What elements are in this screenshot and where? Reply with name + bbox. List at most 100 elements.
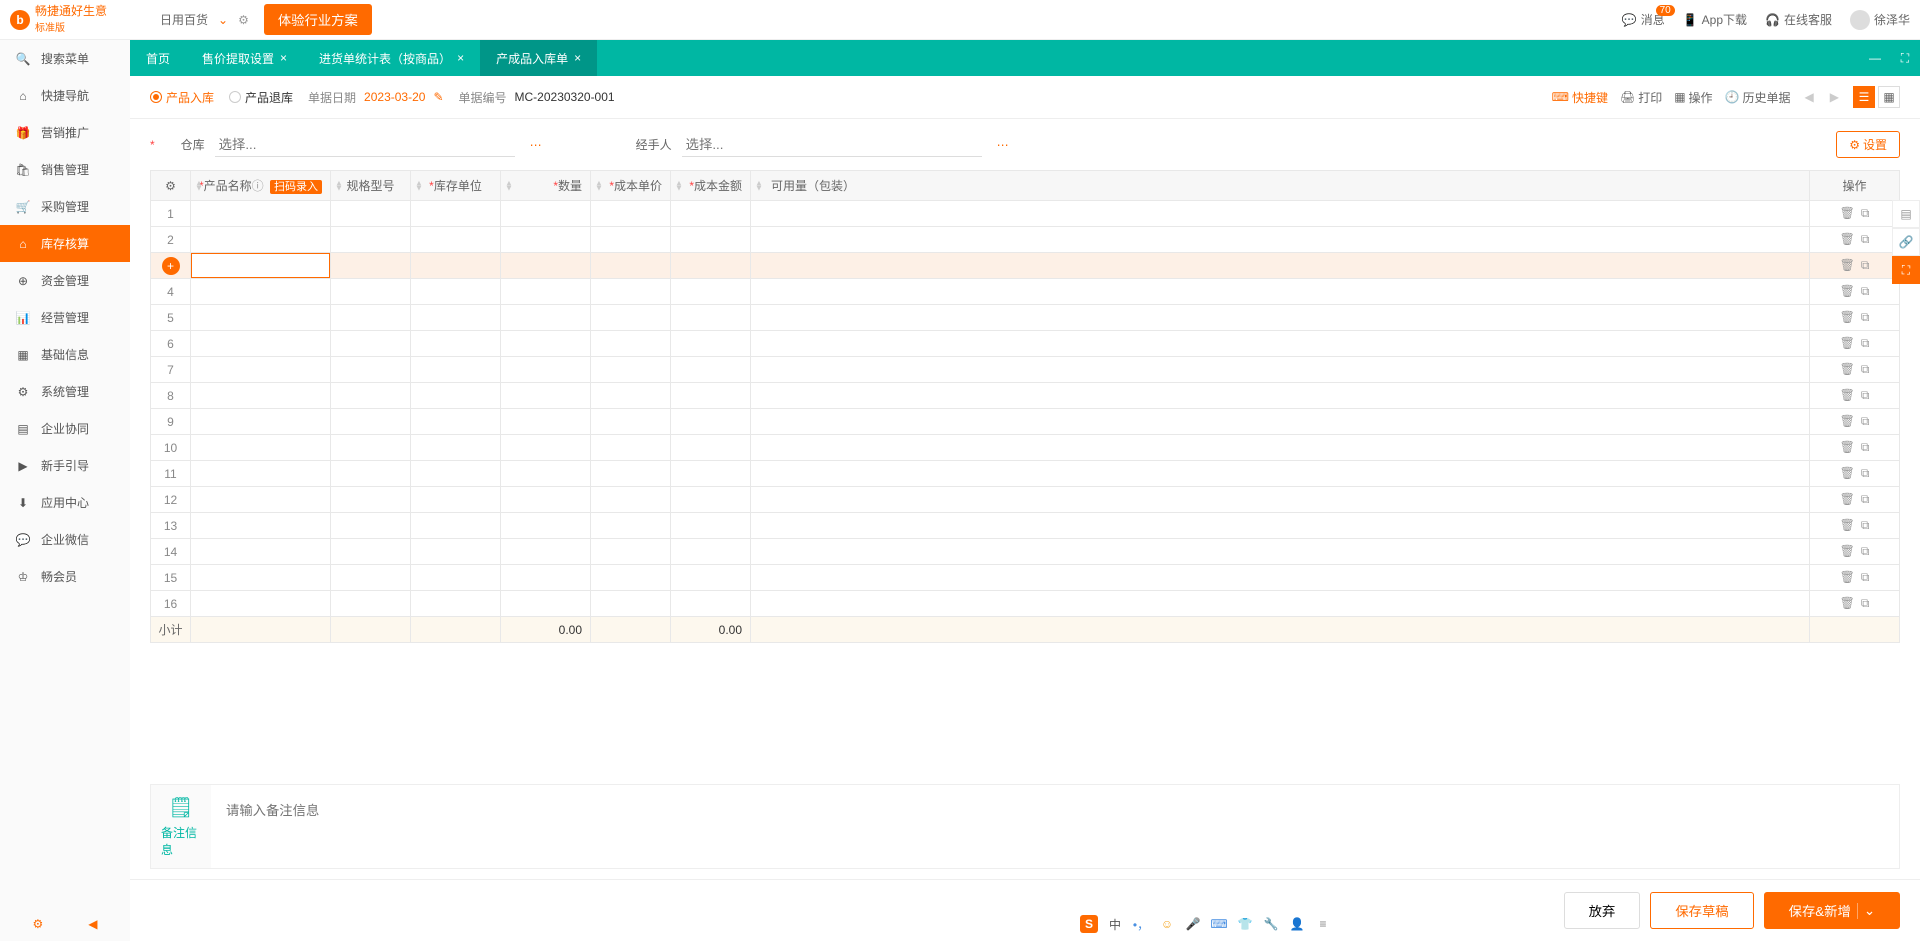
col-amount[interactable]: ▲▼*成本金额 <box>671 171 751 201</box>
table-row[interactable]: 11🗑⧉ <box>151 461 1900 487</box>
close-icon[interactable]: × <box>574 51 581 65</box>
list-view-button[interactable]: ☰ <box>1853 86 1875 108</box>
copy-icon[interactable]: ⧉ <box>1861 544 1870 558</box>
copy-icon[interactable]: ⧉ <box>1861 258 1870 272</box>
cell-amount[interactable] <box>671 591 751 617</box>
cell-spec[interactable] <box>331 513 411 539</box>
cell-name[interactable] <box>191 565 331 591</box>
cell-qty[interactable] <box>501 383 591 409</box>
table-row[interactable]: 10🗑⧉ <box>151 435 1900 461</box>
tab-close-current[interactable]: — <box>1860 40 1890 76</box>
copy-icon[interactable]: ⧉ <box>1861 206 1870 220</box>
sidebar-item-6[interactable]: ⊕资金管理 <box>0 262 130 299</box>
cell-price[interactable] <box>591 253 671 279</box>
cell-avail[interactable] <box>751 409 1810 435</box>
cell-spec[interactable] <box>331 383 411 409</box>
delete-icon[interactable]: 🗑 <box>1840 388 1855 402</box>
col-unit[interactable]: ▲▼*库存单位 <box>411 171 501 201</box>
cell-price[interactable] <box>591 305 671 331</box>
cell-name[interactable] <box>191 461 331 487</box>
next-icon[interactable]: ▶ <box>1828 90 1841 104</box>
col-qty[interactable]: ▲▼*数量 <box>501 171 591 201</box>
ime-menu-icon[interactable]: ≡ <box>1314 915 1332 933</box>
more-icon[interactable]: ⋯ <box>530 138 542 152</box>
col-avail[interactable]: ▲▼可用量（包装） <box>751 171 1810 201</box>
chevron-down-icon[interactable]: ⌄ <box>1857 903 1875 919</box>
table-row[interactable]: 14🗑⧉ <box>151 539 1900 565</box>
cell-qty[interactable] <box>501 539 591 565</box>
cell-spec[interactable] <box>331 539 411 565</box>
cell-price[interactable] <box>591 591 671 617</box>
cell-avail[interactable] <box>751 357 1810 383</box>
cell-name[interactable] <box>191 357 331 383</box>
delete-icon[interactable]: 🗑 <box>1840 596 1855 610</box>
copy-icon[interactable]: ⧉ <box>1861 518 1870 532</box>
cell-price[interactable] <box>591 357 671 383</box>
remarks-input[interactable] <box>211 785 1899 868</box>
sidebar-item-2[interactable]: 🎁营销推广 <box>0 114 130 151</box>
copy-icon[interactable]: ⧉ <box>1861 362 1870 376</box>
online-service-button[interactable]: 🎧 在线客服 <box>1765 11 1832 28</box>
cell-amount[interactable] <box>671 253 751 279</box>
cell-price[interactable] <box>591 227 671 253</box>
app-download-button[interactable]: 📱 App下载 <box>1683 11 1747 28</box>
cell-avail[interactable] <box>751 305 1810 331</box>
copy-icon[interactable]: ⧉ <box>1861 310 1870 324</box>
close-icon[interactable]: × <box>280 51 287 65</box>
table-row[interactable]: 12🗑⧉ <box>151 487 1900 513</box>
cell-name[interactable] <box>191 487 331 513</box>
card-view-button[interactable]: ▦ <box>1878 86 1900 108</box>
sidebar-item-5[interactable]: ⌂库存核算 <box>0 225 130 262</box>
sidebar-item-4[interactable]: 🛒采购管理 <box>0 188 130 225</box>
cell-name[interactable] <box>191 227 331 253</box>
cell-price[interactable] <box>591 279 671 305</box>
cell-spec[interactable] <box>331 435 411 461</box>
cell-spec[interactable] <box>331 305 411 331</box>
cell-name[interactable] <box>191 279 331 305</box>
copy-icon[interactable]: ⧉ <box>1861 388 1870 402</box>
table-row[interactable]: 5🗑⧉ <box>151 305 1900 331</box>
cell-unit[interactable] <box>411 461 501 487</box>
cell-price[interactable] <box>591 513 671 539</box>
copy-icon[interactable]: ⧉ <box>1861 232 1870 246</box>
cell-price[interactable] <box>591 461 671 487</box>
cell-spec[interactable] <box>331 227 411 253</box>
cell-unit[interactable] <box>411 513 501 539</box>
cell-avail[interactable] <box>751 435 1810 461</box>
copy-icon[interactable]: ⧉ <box>1861 336 1870 350</box>
float-btn-1[interactable]: ▤ <box>1892 200 1920 228</box>
delete-icon[interactable]: 🗑 <box>1840 466 1855 480</box>
cell-avail[interactable] <box>751 513 1810 539</box>
cell-spec[interactable] <box>331 565 411 591</box>
history-button[interactable]: 🕘 历史单据 <box>1725 89 1791 106</box>
cell-spec[interactable] <box>331 331 411 357</box>
cell-avail[interactable] <box>751 201 1810 227</box>
delete-icon[interactable]: 🗑 <box>1840 362 1855 376</box>
cell-qty[interactable] <box>501 461 591 487</box>
sidebar-item-9[interactable]: ⚙系统管理 <box>0 373 130 410</box>
operation-button[interactable]: ▦ 操作 <box>1674 89 1712 106</box>
settings-button[interactable]: ⚙ 设置 <box>1836 131 1900 158</box>
delete-icon[interactable]: 🗑 <box>1840 518 1855 532</box>
sidebar-item-12[interactable]: ⬇应用中心 <box>0 484 130 521</box>
cell-qty[interactable] <box>501 279 591 305</box>
cell-price[interactable] <box>591 409 671 435</box>
cell-price[interactable] <box>591 565 671 591</box>
cell-spec[interactable] <box>331 201 411 227</box>
ime-tool-icon[interactable]: 🔧 <box>1262 915 1280 933</box>
cell-unit[interactable] <box>411 409 501 435</box>
cell-spec[interactable] <box>331 461 411 487</box>
cell-unit[interactable] <box>411 227 501 253</box>
cell-spec[interactable] <box>331 279 411 305</box>
sidebar-item-11[interactable]: ▶新手引导 <box>0 447 130 484</box>
tab-2[interactable]: 进货单统计表（按商品）× <box>303 40 480 76</box>
cell-name[interactable] <box>191 591 331 617</box>
tab-0[interactable]: 首页 <box>130 40 186 76</box>
cell-price[interactable] <box>591 383 671 409</box>
cell-spec[interactable] <box>331 487 411 513</box>
cell-unit[interactable] <box>411 331 501 357</box>
cell-amount[interactable] <box>671 487 751 513</box>
cell-amount[interactable] <box>671 409 751 435</box>
shortcut-button[interactable]: ⌨ 快捷键 <box>1552 89 1608 106</box>
copy-icon[interactable]: ⧉ <box>1861 284 1870 298</box>
